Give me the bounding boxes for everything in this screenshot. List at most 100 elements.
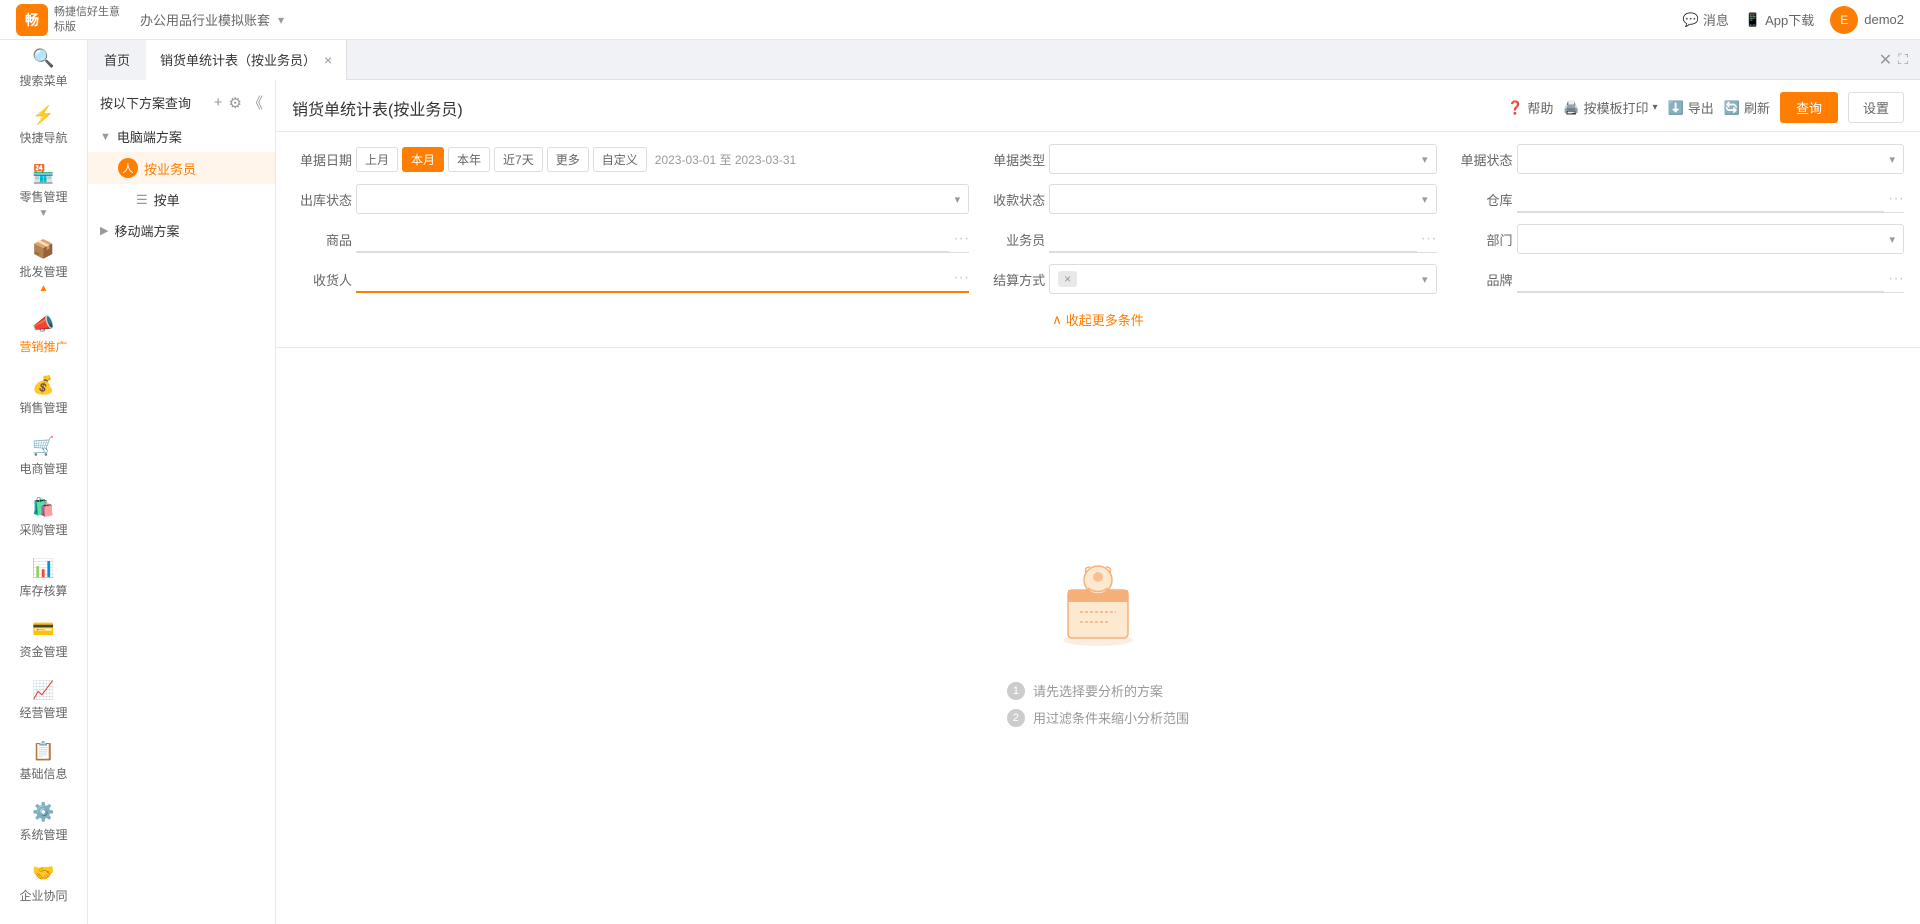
date-btn-more[interactable]: 更多 [547,147,589,172]
settle-select[interactable]: × ▾ [1049,264,1436,294]
doc-type-col: 单据类型 ▾ [985,144,1436,174]
step-1-number: 1 [1007,682,1025,700]
retail-icon: 🏪 [32,164,54,185]
out-status-arrow-icon: ▾ [955,193,961,206]
download-icon: 📱 [1745,12,1761,28]
avatar-icon: 人 [118,158,138,178]
sidebar-item-cooperation[interactable]: 🤝 企业协同 [0,853,87,914]
print-icon: 🖨️ [1563,100,1579,116]
cooperation-icon: 🤝 [32,863,54,884]
left-panel-actions: + ⚙ 《 [214,92,263,113]
date-btn-this-month[interactable]: 本月 [402,147,444,172]
salesperson-label: 业务员 [985,230,1045,249]
sidebar-item-operations[interactable]: 📈 经营管理 [0,670,87,731]
salesperson-col: 业务员 ··· [985,226,1436,253]
marketing-icon: 📣 [32,314,54,335]
doc-status-select[interactable]: ▾ [1517,144,1904,174]
sidebar-item-quick-nav[interactable]: ⚡ 快捷导航 [0,97,87,154]
dept-col: 部门 ▾ [1453,224,1904,254]
page-header: 销货单统计表(按业务员) ❓ 帮助 🖨️ 按模板打印 ▾ [276,80,1920,132]
receiver-input[interactable] [356,266,949,291]
operations-icon: 📈 [32,680,54,701]
page-content: 按以下方案查询 + ⚙ 《 ▼ 电脑端方案 人 按业务员 [88,80,1920,924]
export-button[interactable]: ⬇️ 导出 [1668,98,1714,117]
sidebar-item-finance[interactable]: 💳 资金管理 [0,609,87,670]
user-menu-button[interactable]: E demo2 [1830,6,1904,34]
warehouse-input[interactable] [1517,186,1884,212]
sidebar-item-search[interactable]: 🔍 搜索菜单 [0,40,87,97]
tree-child-by-order[interactable]: ☰ 按单 [88,184,275,215]
tree-collapse-icon: ▶ [100,224,108,237]
sidebar-item-purchase[interactable]: 🛍️ 采购管理 [0,487,87,548]
doc-type-arrow-icon: ▾ [1422,153,1428,166]
content-area: 首页 销货单统计表（按业务员） × ✕ ⛶ 按以下方案查询 + [88,40,1920,924]
basic-icon: 📋 [32,741,54,762]
chevron-up-icon: ▲ [39,283,49,294]
purchase-icon: 🛍️ [32,497,54,518]
tab-home[interactable]: 首页 [88,40,146,80]
help-button[interactable]: ❓ 帮助 [1507,98,1553,117]
step-2-number: 2 [1007,709,1025,727]
top-bar-right: 💬 消息 📱 App下载 E demo2 [1683,6,1904,34]
tree-item-desktop[interactable]: ▼ 电脑端方案 [88,121,275,152]
settle-col: 结算方式 × ▾ [985,264,1436,294]
collect-status-select[interactable]: ▾ [1049,184,1436,214]
collect-status-col: 收款状态 ▾ [985,184,1436,214]
salesperson-input[interactable] [1049,226,1416,252]
avatar: E [1830,6,1858,34]
date-btn-this-year[interactable]: 本年 [448,147,490,172]
settings-button[interactable]: 设置 [1848,92,1904,123]
sidebar-item-newcomer[interactable]: 🌟 新手引导 [0,914,87,924]
settle-arrow-icon: ▾ [1422,273,1428,286]
query-button[interactable]: 查询 [1780,92,1838,123]
search-icon: 🔍 [32,48,54,69]
settle-tag-close[interactable]: × [1064,272,1071,286]
brand-input[interactable] [1517,266,1884,292]
sidebar-item-marketing[interactable]: 📣 营销推广 [0,304,87,365]
tab-active[interactable]: 销货单统计表（按业务员） × [146,40,347,80]
receiver-more-icon[interactable]: ··· [953,269,969,287]
tab-close-button[interactable]: × [324,52,332,68]
add-scheme-button[interactable]: + [214,94,223,111]
sidebar-item-basic[interactable]: 📋 基础信息 [0,731,87,792]
warehouse-more-icon[interactable]: ··· [1888,190,1904,208]
tree-item-mobile[interactable]: ▶ 移动端方案 [88,215,275,246]
tree-child-by-salesperson[interactable]: 人 按业务员 [88,152,275,184]
product-input[interactable] [356,226,949,252]
sidebar-item-sales[interactable]: 💰 销售管理 [0,365,87,426]
out-status-select[interactable]: ▾ [356,184,969,214]
warehouse-label: 仓库 [1453,190,1513,209]
app-title: 办公用品行业模拟账套 [140,10,270,29]
tree-expand-icon: ▼ [100,131,111,143]
close-window-icon[interactable]: ✕ [1879,50,1892,70]
product-more-icon[interactable]: ··· [953,230,969,248]
collapse-panel-button[interactable]: 《 [248,92,263,113]
dropdown-arrow-icon[interactable]: ▾ [278,13,284,27]
logo: 畅 畅捷信好生意 标版 [16,4,120,36]
date-btn-7days[interactable]: 近7天 [494,147,543,172]
sales-icon: 💰 [32,375,54,396]
collapse-filter-button[interactable]: ∧ 收起更多条件 [292,304,1904,335]
settings-scheme-button[interactable]: ⚙ [229,94,242,112]
doc-type-select[interactable]: ▾ [1049,144,1436,174]
logo-text: 畅捷信好生意 标版 [54,5,120,34]
sidebar-item-retail[interactable]: 🏪 零售管理 ▼ [0,154,87,229]
sidebar-item-wholesale[interactable]: 📦 批发管理 ▲ [0,229,87,304]
sidebar-item-inventory[interactable]: 📊 库存核算 [0,548,87,609]
dept-select[interactable]: ▾ [1517,224,1904,254]
product-label: 商品 [292,230,352,249]
sidebar-item-ecommerce[interactable]: 🛒 电商管理 [0,426,87,487]
message-button[interactable]: 💬 消息 [1683,10,1729,29]
refresh-button[interactable]: 🔄 刷新 [1724,98,1770,117]
print-button[interactable]: 🖨️ 按模板打印 ▾ [1563,98,1657,117]
date-btn-custom[interactable]: 自定义 [593,147,647,172]
sidebar-item-system[interactable]: ⚙️ 系统管理 [0,792,87,853]
app-download-button[interactable]: 📱 App下载 [1745,10,1814,29]
date-btn-last-month[interactable]: 上月 [356,147,398,172]
salesperson-more-icon[interactable]: ··· [1421,230,1437,248]
out-status-label: 出库状态 [292,190,352,209]
maximize-icon[interactable]: ⛶ [1898,51,1908,68]
wholesale-icon: 📦 [32,239,54,260]
brand-col: 品牌 ··· [1453,266,1904,293]
brand-more-icon[interactable]: ··· [1888,270,1904,288]
